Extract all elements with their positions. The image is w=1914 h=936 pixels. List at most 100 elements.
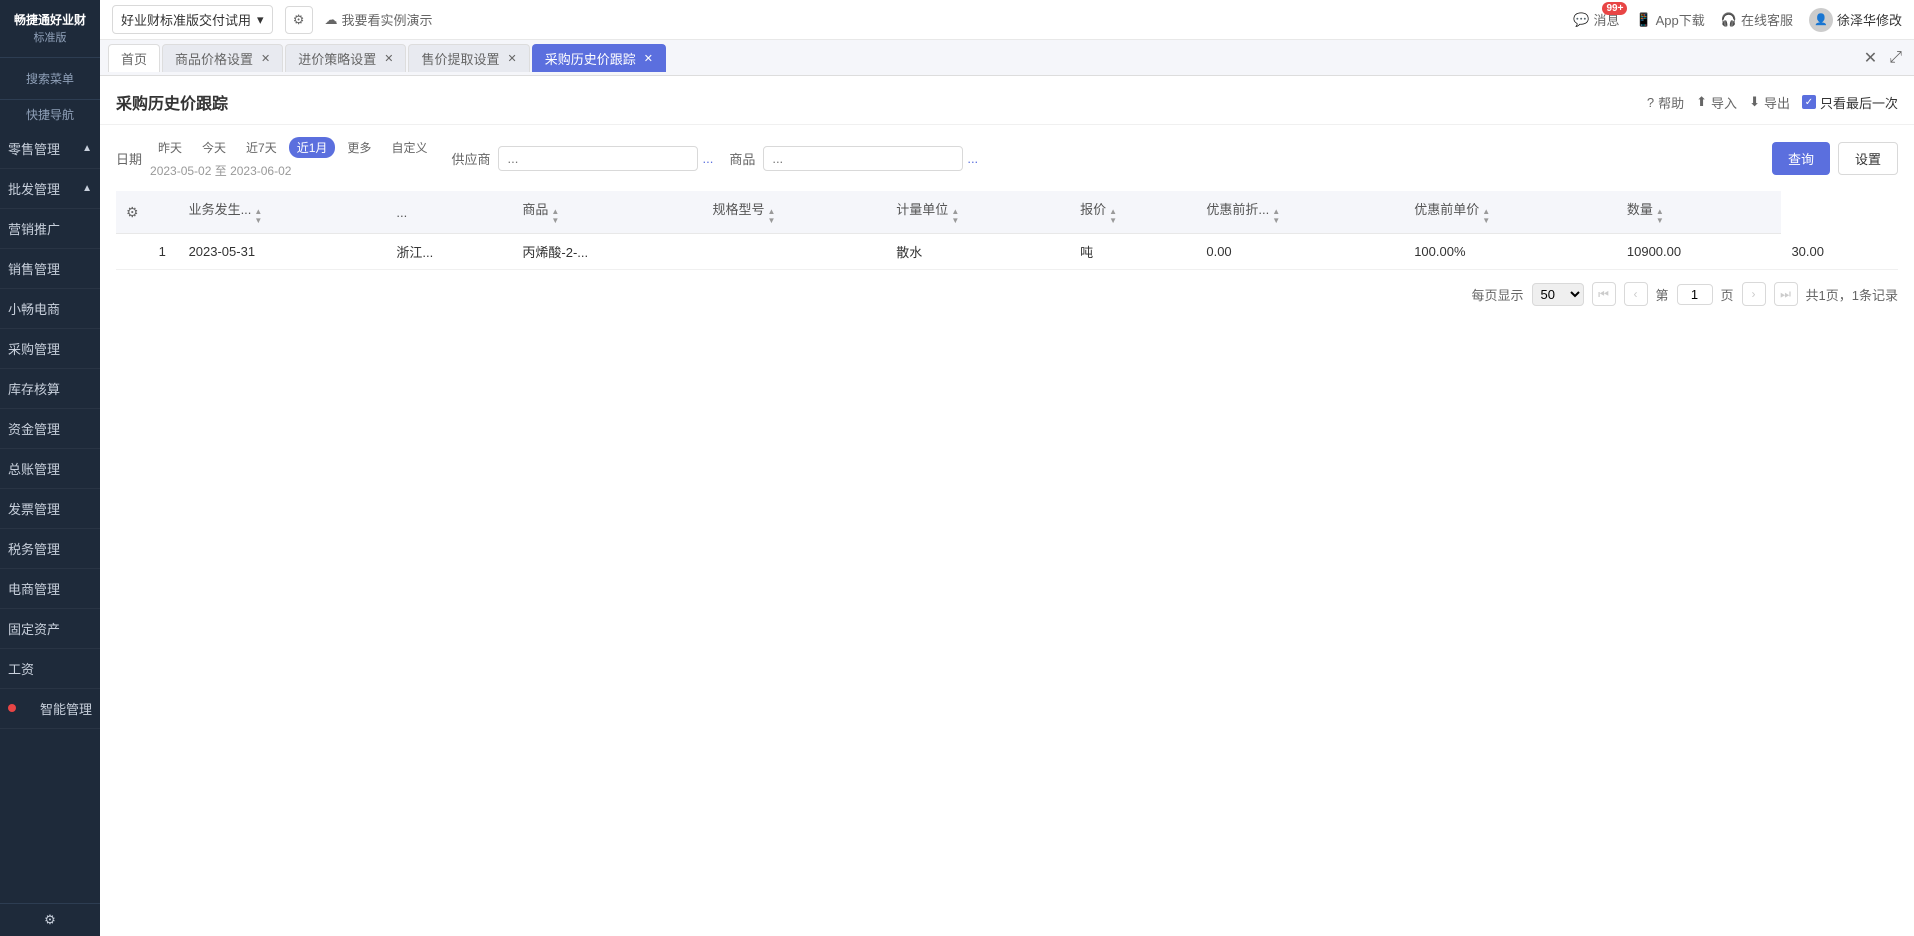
close-window-btn[interactable]: ✕ — [1860, 48, 1881, 68]
date-range: 2023-05-02 至 2023-06-02 — [150, 162, 435, 179]
user-menu[interactable]: 👤 徐泽华修改 — [1809, 8, 1902, 32]
headset-icon: 🎧 — [1721, 12, 1737, 28]
sort-icon[interactable]: ▲▼ — [951, 207, 959, 225]
row-settings-cell[interactable] — [116, 234, 149, 270]
sort-icon[interactable]: ▲▼ — [1656, 207, 1664, 225]
sort-icon[interactable]: ▲▼ — [767, 207, 775, 225]
sidebar-item-tax[interactable]: 税务管理 — [0, 529, 100, 569]
date-option-近7天[interactable]: 近7天 — [238, 137, 285, 158]
page-size-select[interactable]: 102050100 — [1532, 283, 1584, 306]
cell-5: 散水 — [886, 234, 1070, 270]
sidebar-item-finance[interactable]: 资金管理 — [0, 409, 100, 449]
table-row[interactable]: 12023-05-31浙江...丙烯酸-2-...散水吨0.00100.00%1… — [116, 234, 1898, 270]
sidebar-item-ecommerce-small[interactable]: 小畅电商 — [0, 289, 100, 329]
supplier-filter-group: 供应商 ... — [451, 146, 713, 171]
sidebar-item-marketing[interactable]: 营销推广 — [0, 209, 100, 249]
sidebar-item-invoice[interactable]: 发票管理 — [0, 489, 100, 529]
cell-7: 0.00 — [1196, 234, 1404, 270]
online-service-btn[interactable]: 🎧 在线客服 — [1721, 10, 1793, 29]
col-header-settings[interactable]: ⚙ — [116, 191, 149, 234]
date-option-自定义[interactable]: 自定义 — [383, 137, 435, 158]
goods-more-btn[interactable]: ... — [967, 151, 978, 166]
date-options-row: 昨天今天近7天近1月更多自定义 — [150, 137, 435, 158]
first-page-btn[interactable]: ⏮ — [1592, 282, 1616, 306]
supplier-input[interactable] — [498, 146, 698, 171]
col-header-spec[interactable]: 规格型号▲▼ — [702, 191, 886, 234]
sidebar-quick-nav[interactable]: 快捷导航 — [0, 100, 100, 129]
online-service-label: 在线客服 — [1741, 10, 1793, 29]
col-header-price[interactable]: 报价▲▼ — [1070, 191, 1196, 234]
sidebar-item-purchase[interactable]: 采购管理 — [0, 329, 100, 369]
tab-strategy[interactable]: 进价策略设置✕ — [285, 44, 406, 72]
col-header-date[interactable]: 业务发生...▲▼ — [179, 191, 387, 234]
col-header-unit[interactable]: 计量单位▲▼ — [886, 191, 1070, 234]
col-header-goods[interactable]: 商品▲▼ — [512, 191, 702, 234]
tab-label: 采购历史价跟踪 — [545, 49, 636, 68]
sort-icon[interactable]: ▲▼ — [1109, 207, 1117, 225]
tab-home[interactable]: 首页 — [108, 44, 160, 72]
app-download-btn[interactable]: 📱 App下载 — [1635, 10, 1704, 29]
current-page-input[interactable] — [1677, 284, 1713, 305]
cell-2: 浙江... — [386, 234, 512, 270]
export-btn[interactable]: ⬇ 导出 — [1749, 93, 1790, 112]
sidebar-item-intelligence[interactable]: 智能管理 — [0, 689, 100, 729]
tab-close-btn[interactable]: ✕ — [508, 52, 517, 65]
sidebar-item-retail[interactable]: 零售管理▲ — [0, 129, 100, 169]
sidebar-item-general-ledger[interactable]: 总账管理 — [0, 449, 100, 489]
total-info: 共1页，1条记录 — [1806, 285, 1898, 304]
date-option-昨天[interactable]: 昨天 — [150, 137, 190, 158]
tab-sale-price[interactable]: 售价提取设置✕ — [408, 44, 529, 72]
supplier-more-btn[interactable]: ... — [702, 151, 713, 166]
date-option-今天[interactable]: 今天 — [194, 137, 234, 158]
settings-btn-filter[interactable]: 设置 — [1838, 142, 1898, 175]
sidebar-item-assets[interactable]: 固定资产 — [0, 609, 100, 649]
only-last-toggle[interactable]: ✓ 只看最后一次 — [1802, 93, 1898, 112]
prev-page-btn[interactable]: ‹ — [1624, 282, 1648, 306]
content-area: 采购历史价跟踪 ? 帮助 ⬆ 导入 ⬇ 导出 ✓ 只看最后一次 — [100, 76, 1914, 936]
sort-icon[interactable]: ▲▼ — [1272, 207, 1280, 225]
next-page-btn[interactable]: › — [1742, 282, 1766, 306]
tab-history-price[interactable]: 采购历史价跟踪 ✕ — [532, 44, 666, 72]
tab-expand-area: ✕ ⤢ — [1860, 48, 1906, 68]
sidebar-item-sales[interactable]: 销售管理 — [0, 249, 100, 289]
search-menu-label[interactable]: 搜索菜单 — [10, 66, 90, 91]
tab-close-btn[interactable]: ✕ — [644, 52, 653, 65]
tab-close-btn[interactable]: ✕ — [384, 52, 393, 65]
export-icon: ⬇ — [1749, 94, 1760, 110]
app-subtitle: 标准版 — [8, 29, 92, 45]
demo-link[interactable]: ☁ 我要看实例演示 — [325, 10, 433, 29]
date-option-近1月[interactable]: 近1月 — [289, 137, 336, 158]
sidebar-item-wholesale[interactable]: 批发管理▲ — [0, 169, 100, 209]
message-btn[interactable]: 💬 消息 99+ — [1573, 10, 1619, 29]
col-label: 报价 — [1080, 202, 1106, 217]
table-settings-icon[interactable]: ⚙ — [126, 204, 139, 220]
version-selector[interactable]: 好业财标准版交付试用 ▾ — [112, 5, 273, 34]
goods-input[interactable] — [763, 146, 963, 171]
col-header-qty[interactable]: 数量▲▼ — [1617, 191, 1782, 234]
only-last-checkbox[interactable]: ✓ — [1802, 95, 1816, 109]
query-btn[interactable]: 查询 — [1772, 142, 1830, 175]
settings-btn[interactable]: ⚙ — [285, 6, 313, 34]
date-option-更多[interactable]: 更多 — [339, 137, 379, 158]
sidebar-settings-icon[interactable]: ⚙ — [44, 912, 56, 927]
col-header-discount[interactable]: 优惠前折...▲▼ — [1196, 191, 1404, 234]
sort-icon[interactable]: ▲▼ — [1482, 207, 1490, 225]
export-label: 导出 — [1764, 93, 1790, 112]
sort-icon[interactable]: ▲▼ — [254, 207, 262, 225]
import-btn[interactable]: ⬆ 导入 — [1696, 93, 1737, 112]
help-btn[interactable]: ? 帮助 — [1647, 93, 1684, 112]
maximize-btn[interactable]: ⤢ — [1885, 49, 1906, 67]
sidebar-search-area[interactable]: 搜索菜单 — [0, 58, 100, 100]
user-name: 徐泽华修改 — [1837, 10, 1902, 29]
sidebar-bottom[interactable]: ⚙ — [0, 903, 100, 936]
tab-price[interactable]: 商品价格设置✕ — [162, 44, 283, 72]
sidebar: 畅捷通好业财 标准版 搜索菜单 快捷导航 零售管理▲批发管理▲营销推广销售管理小… — [0, 0, 100, 936]
sidebar-item-inventory[interactable]: 库存核算 — [0, 369, 100, 409]
last-page-btn[interactable]: ⏭ — [1774, 282, 1798, 306]
sidebar-item-payroll[interactable]: 工资 — [0, 649, 100, 689]
tab-close-btn[interactable]: ✕ — [261, 52, 270, 65]
col-label: 优惠前单价 — [1414, 202, 1479, 217]
sort-icon[interactable]: ▲▼ — [551, 207, 559, 225]
col-header-pre_price[interactable]: 优惠前单价▲▼ — [1404, 191, 1617, 234]
sidebar-item-ecommerce[interactable]: 电商管理 — [0, 569, 100, 609]
